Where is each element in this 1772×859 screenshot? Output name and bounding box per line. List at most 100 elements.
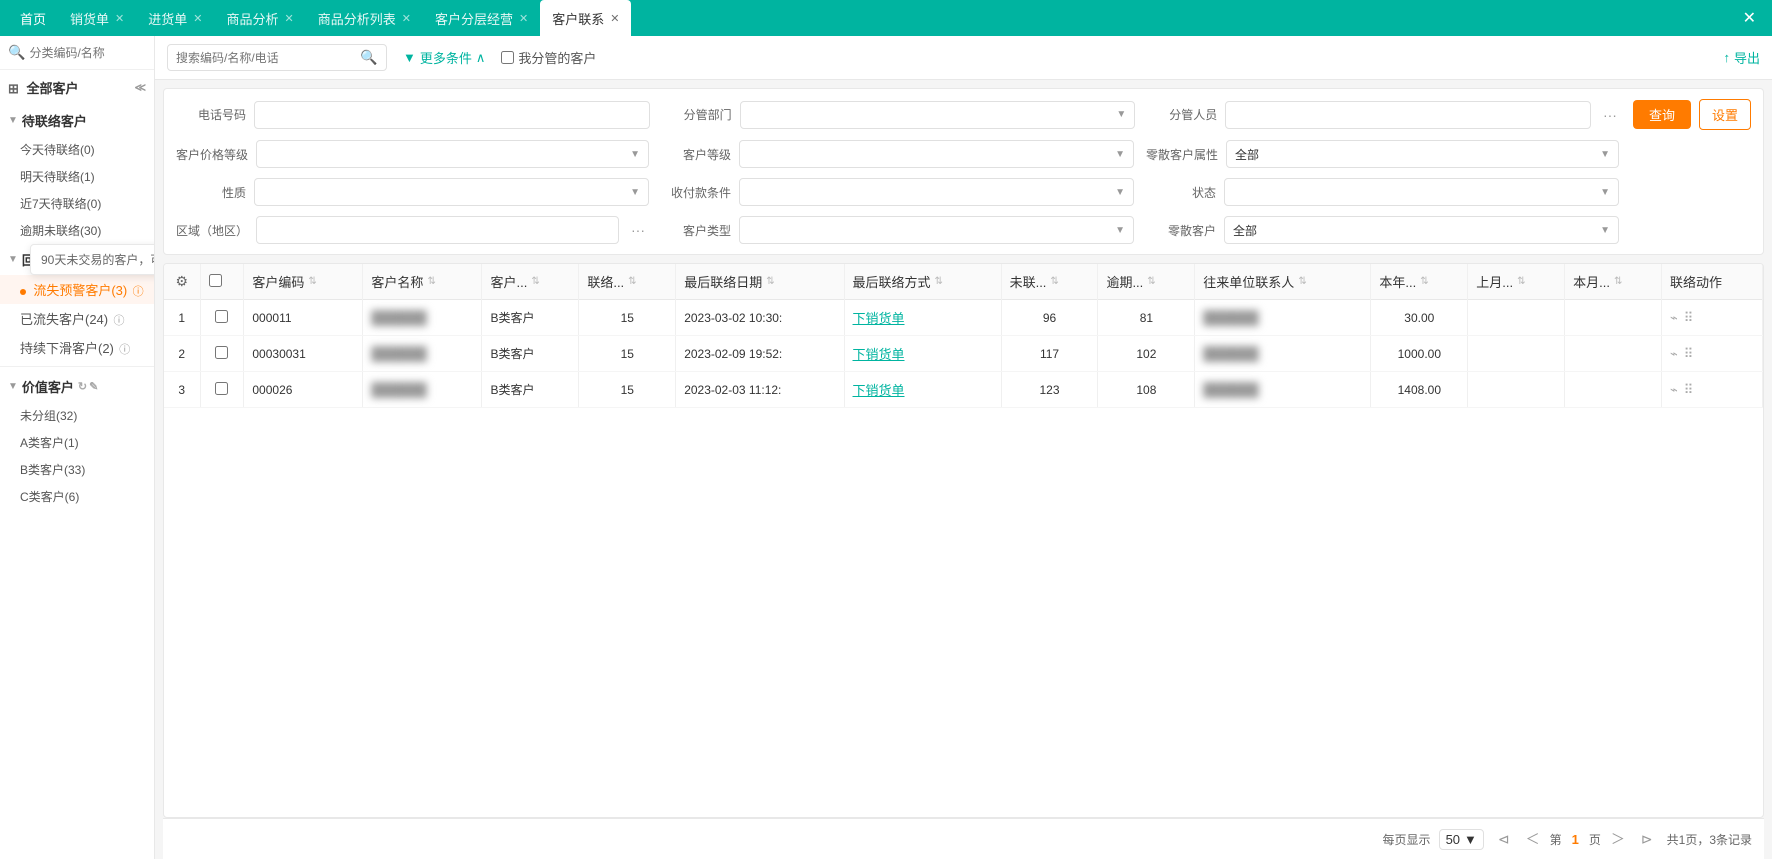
sidebar-item-declining[interactable]: 持续下滑客户(2) ⓘ: [0, 333, 154, 362]
page-last-btn[interactable]: ⊳: [1635, 829, 1659, 850]
td-checkbox-1[interactable]: [200, 336, 244, 372]
nav-home[interactable]: 首页: [8, 0, 58, 36]
sidebar-item-today[interactable]: 今天待联络(0): [0, 136, 154, 163]
th-checkbox[interactable]: [200, 264, 244, 300]
td-last-contact-way-1[interactable]: 下销货单: [844, 336, 1001, 372]
td-last-contact-way-2[interactable]: 下销货单: [844, 372, 1001, 408]
th-this-month[interactable]: 本月...⇅: [1565, 264, 1662, 300]
th-code[interactable]: 客户编码⇅: [244, 264, 363, 300]
filter-select-payment[interactable]: ▼: [739, 178, 1134, 206]
nav-tab-analysis-close[interactable]: ✕: [285, 12, 294, 25]
page-label-static2: 页: [1589, 831, 1601, 848]
th-last-contact-date[interactable]: 最后联络日期⇅: [676, 264, 844, 300]
filter-select-nature[interactable]: ▼: [254, 178, 649, 206]
sidebar-search-box[interactable]: 🔍: [0, 36, 154, 70]
page-prev-btn[interactable]: ＜: [1520, 827, 1546, 851]
nav-tab-analysis[interactable]: 商品分析 ✕: [214, 0, 305, 36]
nav-tab-salesorder[interactable]: 销货单 ✕: [58, 0, 136, 36]
value-edit-icon[interactable]: ↻: [78, 380, 87, 393]
nav-tab-customercontact-close[interactable]: ✕: [610, 12, 619, 25]
filter-select-dept[interactable]: ▼: [740, 101, 1136, 129]
th-unit-contact[interactable]: 往来单位联系人⇅: [1195, 264, 1371, 300]
nav-tab-customerlayer-close[interactable]: ✕: [519, 12, 528, 25]
sidebar-item-b-class[interactable]: B类客户(33): [0, 456, 154, 483]
query-button[interactable]: 查询: [1633, 100, 1691, 129]
th-name[interactable]: 客户名称⇅: [363, 264, 482, 300]
filter-dept-arrow: ▼: [1116, 109, 1126, 120]
sidebar-collapse-icon[interactable]: ≪: [134, 81, 146, 94]
sidebar-all-customers[interactable]: ⊞ 全部客户 ≪: [0, 70, 154, 105]
th-last-contact-way[interactable]: 最后联络方式⇅: [844, 264, 1001, 300]
filter-input-region[interactable]: [256, 216, 619, 244]
sidebar-item-ungrouped[interactable]: 未分组(32): [0, 402, 154, 429]
action-link-icon-1[interactable]: ⌁: [1670, 346, 1678, 362]
filter-select-level[interactable]: ▼: [739, 140, 1134, 168]
th-unlink-days[interactable]: 未联...⇅: [1001, 264, 1098, 300]
action-link-icon-2[interactable]: ⌁: [1670, 382, 1678, 398]
search-button-icon[interactable]: 🔍: [360, 49, 377, 66]
select-all-checkbox[interactable]: [209, 274, 222, 287]
nav-tab-salesorder-close[interactable]: ✕: [115, 12, 124, 25]
sidebar-item-overdue[interactable]: 逾期未联络(30): [0, 217, 154, 244]
td-last-contact-way-0[interactable]: 下销货单: [844, 300, 1001, 336]
sidebar-item-c-class[interactable]: C类客户(6): [0, 483, 154, 510]
th-last-month[interactable]: 上月...⇅: [1468, 264, 1565, 300]
filter-select-status[interactable]: ▼: [1224, 178, 1619, 206]
th-type[interactable]: 客户...⇅: [482, 264, 579, 300]
my-customers-checkbox-label[interactable]: 我分管的客户: [501, 48, 596, 67]
td-checkbox-0[interactable]: [200, 300, 244, 336]
nav-tab-purchase-close[interactable]: ✕: [193, 12, 202, 25]
value-settings-icon[interactable]: ✎: [89, 380, 98, 393]
action-more-icon-2[interactable]: ⠿: [1684, 382, 1694, 398]
sidebar-search-input[interactable]: [29, 46, 155, 60]
filter-input-person[interactable]: [1225, 101, 1591, 129]
sidebar-item-churn-warning[interactable]: 流失预警客户(3) ⓘ: [0, 275, 154, 304]
nav-close-button[interactable]: ✕: [1735, 8, 1764, 28]
td-link-1[interactable]: 下销货单: [853, 347, 905, 362]
export-btn[interactable]: ↑ 导出: [1723, 48, 1760, 67]
td-actions-1: ⌁ ⠿: [1661, 336, 1762, 372]
filter-select-price-level[interactable]: ▼: [256, 140, 649, 168]
search-box[interactable]: 🔍: [167, 44, 387, 71]
nav-tab-analysislist-close[interactable]: ✕: [402, 12, 411, 25]
action-more-icon-0[interactable]: ⠿: [1684, 310, 1694, 326]
filter-select-scatter-cust[interactable]: 全部 ▼: [1224, 216, 1619, 244]
settings-button[interactable]: 设置: [1699, 99, 1751, 130]
my-customers-checkbox[interactable]: [501, 51, 514, 64]
filter-select-customer-type[interactable]: ▼: [739, 216, 1134, 244]
th-settings[interactable]: ⚙: [164, 264, 200, 300]
filter-select-scatter-attr[interactable]: 全部 ▼: [1226, 140, 1619, 168]
nav-tab-customercontact[interactable]: 客户联系 ✕: [540, 0, 631, 36]
search-input[interactable]: [176, 51, 356, 65]
filter-btn[interactable]: ▼ 更多条件 ∧: [395, 44, 493, 71]
filter-person-dots[interactable]: ···: [1599, 107, 1621, 123]
sidebar-section-pending-title[interactable]: ▼ 待联络客户: [0, 105, 154, 136]
nav-tab-customerlayer[interactable]: 客户分层经营 ✕: [423, 0, 540, 36]
sidebar-item-churned[interactable]: 已流失客户(24) ⓘ: [0, 304, 154, 333]
th-overdue[interactable]: 逾期...⇅: [1098, 264, 1195, 300]
filter-field-status: 状态 ▼: [1146, 178, 1619, 206]
action-link-icon-0[interactable]: ⌁: [1670, 310, 1678, 326]
td-checkbox-2[interactable]: [200, 372, 244, 408]
action-more-icon-1[interactable]: ⠿: [1684, 346, 1694, 362]
filter-input-phone[interactable]: [254, 101, 650, 129]
sidebar-section-value-title[interactable]: ▼ 价值客户 ↻ ✎: [0, 371, 154, 402]
sidebar-item-tomorrow[interactable]: 明天待联络(1): [0, 163, 154, 190]
page-next-btn[interactable]: ＞: [1605, 827, 1631, 851]
row-checkbox-2[interactable]: [215, 382, 228, 395]
nav-tab-analysislist[interactable]: 商品分析列表 ✕: [306, 0, 423, 36]
nav-tab-purchase[interactable]: 进货单 ✕: [136, 0, 214, 36]
th-contact[interactable]: 联络...⇅: [579, 264, 676, 300]
row-checkbox-1[interactable]: [215, 346, 228, 359]
sidebar-item-a-class[interactable]: A类客户(1): [0, 429, 154, 456]
td-link-0[interactable]: 下销货单: [853, 311, 905, 326]
page-first-btn[interactable]: ⊲: [1492, 829, 1516, 850]
per-page-select[interactable]: 50 ▼: [1439, 829, 1484, 850]
gear-icon[interactable]: ⚙: [175, 273, 188, 289]
th-this-year[interactable]: 本年...⇅: [1371, 264, 1468, 300]
filter-region-dots[interactable]: ···: [627, 222, 649, 238]
td-link-2[interactable]: 下销货单: [853, 383, 905, 398]
row-checkbox-0[interactable]: [215, 310, 228, 323]
sidebar-item-7days[interactable]: 近7天待联络(0): [0, 190, 154, 217]
th-this-year-sort-icon: ⇅: [1420, 276, 1428, 287]
